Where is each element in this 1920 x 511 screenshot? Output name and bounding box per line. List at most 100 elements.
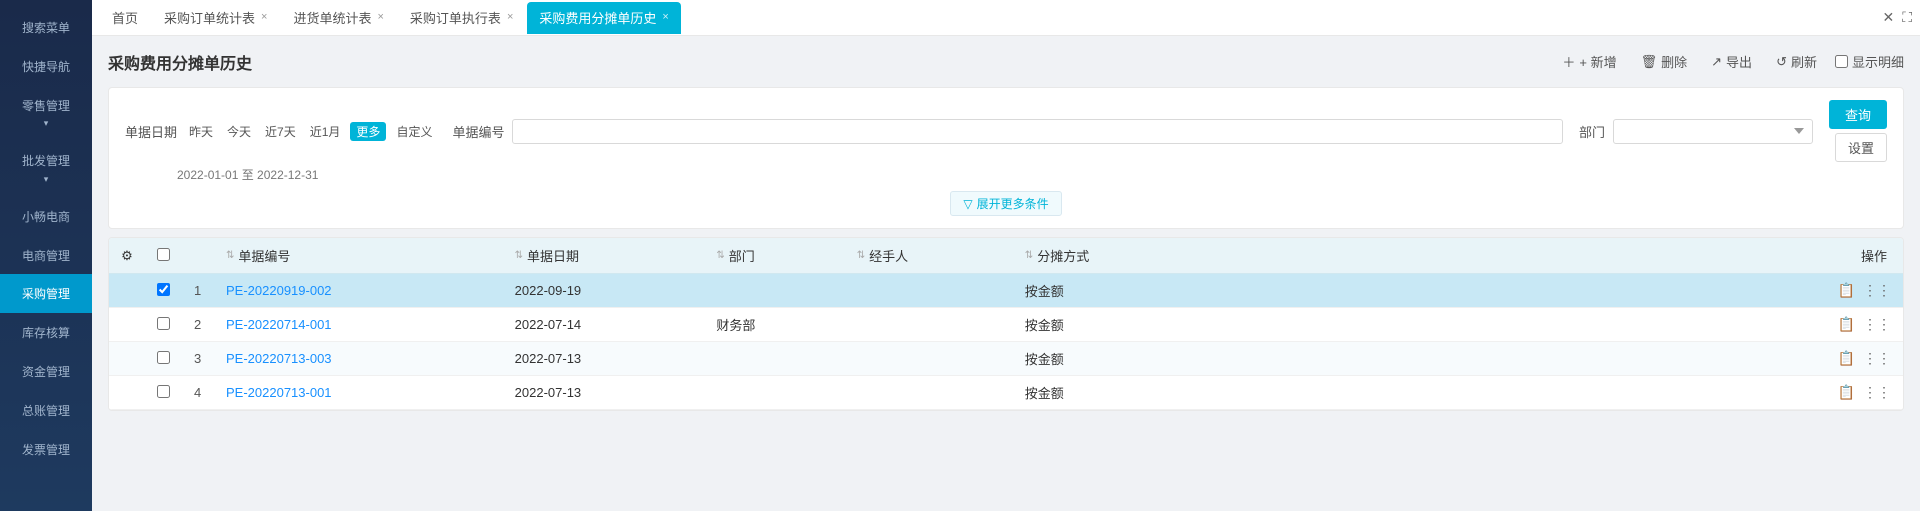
sidebar-item-search-menu[interactable]: 搜索菜单 [0, 8, 92, 47]
col-date[interactable]: ⇅ 单据日期 [503, 238, 705, 274]
table-settings-icon[interactable]: ⚙ [121, 248, 133, 263]
page-title: 采购费用分摊单历史 [108, 50, 252, 74]
sidebar-item-quick-nav[interactable]: 快捷导航 [0, 47, 92, 86]
delete-button[interactable]: 🗑 删除 [1635, 48, 1694, 75]
docno-input[interactable] [512, 119, 1563, 144]
dept-sort-icon: ⇅ [716, 250, 724, 261]
row-handler-cell [845, 376, 1013, 410]
last7days-btn[interactable]: 近7天 [261, 122, 300, 141]
row-checkbox-2[interactable] [157, 351, 170, 364]
sidebar-item-ecommerce-mgmt[interactable]: 电商管理 [0, 236, 92, 275]
tab-purchase-order-stats[interactable]: 采购订单统计表× [152, 2, 279, 34]
date-field: 单据日期 昨天 今天 近7天 近1月 更多 自定义 [125, 122, 436, 141]
row-checkbox-cell [145, 376, 182, 410]
expand-row: ▽ 展开更多条件 [125, 191, 1887, 216]
export-icon: ↗ [1711, 54, 1722, 70]
more-btn[interactable]: 更多 [350, 122, 386, 141]
row-actions-cell: 📋 ⋮⋮ [1730, 376, 1903, 410]
yesterday-btn[interactable]: 昨天 [185, 122, 217, 141]
row-dept-cell [704, 274, 844, 308]
sidebar-item-purchase-mgmt[interactable]: 采购管理 [0, 274, 92, 313]
show-columns-toggle[interactable]: 显示明细 [1835, 52, 1904, 71]
query-button[interactable]: 查询 [1829, 100, 1887, 129]
row-more-icon[interactable]: ⋮⋮ [1863, 350, 1891, 367]
col-dept[interactable]: ⇅ 部门 [704, 238, 844, 274]
col-docno[interactable]: ⇅ 单据编号 [214, 238, 503, 274]
close-window-icon[interactable]: ✕ [1882, 9, 1894, 26]
show-columns-checkbox[interactable] [1835, 55, 1848, 68]
docno-link[interactable]: PE-20220919-002 [226, 283, 332, 298]
sidebar-item-retail-mgmt[interactable]: 零售管理▾ [0, 86, 92, 142]
row-split-cell: 按金额 [1013, 308, 1731, 342]
row-checkbox-0[interactable] [157, 283, 170, 296]
row-view-icon[interactable]: 📋 [1838, 282, 1855, 299]
sidebar-item-inventory[interactable]: 库存核算 [0, 313, 92, 352]
last1month-btn[interactable]: 近1月 [306, 122, 345, 141]
tab-incoming-stats[interactable]: 进货单统计表× [281, 2, 395, 34]
table-row[interactable]: 3 PE-20220713-003 2022-07-13 按金额 📋 ⋮⋮ [109, 342, 1903, 376]
row-more-icon[interactable]: ⋮⋮ [1863, 316, 1891, 333]
row-view-icon[interactable]: 📋 [1838, 316, 1855, 333]
row-num-cell: 3 [182, 342, 214, 376]
row-actions-cell: 📋 ⋮⋮ [1730, 308, 1903, 342]
row-settings-cell [109, 376, 145, 410]
table-row[interactable]: 1 PE-20220919-002 2022-09-19 按金额 📋 ⋮⋮ [109, 274, 1903, 308]
tab-bar: 首页采购订单统计表×进货单统计表×采购订单执行表×采购费用分摊单历史× ✕ ⛶ [92, 0, 1920, 36]
row-docno-cell: PE-20220713-001 [214, 376, 503, 410]
row-settings-cell [109, 274, 145, 308]
search-row: 单据日期 昨天 今天 近7天 近1月 更多 自定义 单据编号 [125, 100, 1887, 162]
row-view-icon[interactable]: 📋 [1838, 350, 1855, 367]
tab-close-icon[interactable]: × [261, 12, 267, 23]
col-split-method[interactable]: ⇅ 分摊方式 [1013, 238, 1731, 274]
col-settings[interactable]: ⚙ [109, 238, 145, 274]
data-table: ⚙ ⇅ 单据编号 [108, 237, 1904, 411]
row-checkbox-1[interactable] [157, 317, 170, 330]
add-button[interactable]: ＋ + 新增 [1556, 48, 1622, 75]
docno-link[interactable]: PE-20220713-001 [226, 385, 332, 400]
table-row[interactable]: 4 PE-20220713-001 2022-07-13 按金额 📋 ⋮⋮ [109, 376, 1903, 410]
tab-close-icon[interactable]: × [507, 12, 513, 23]
sidebar: 搜索菜单快捷导航零售管理▾批发管理▾小畅电商电商管理采购管理库存核算资金管理总账… [0, 0, 92, 511]
expand-button[interactable]: ▽ 展开更多条件 [950, 191, 1061, 216]
col-num [182, 238, 214, 274]
today-btn[interactable]: 今天 [223, 122, 255, 141]
col-handler[interactable]: ⇅ 经手人 [845, 238, 1013, 274]
row-docno-cell: PE-20220713-003 [214, 342, 503, 376]
tab-purchase-cost-split[interactable]: 采购费用分摊单历史× [527, 2, 680, 34]
page-header: 采购费用分摊单历史 ＋ + 新增 🗑 删除 ↗ 导出 ↺ 刷新 [108, 48, 1904, 75]
sidebar-item-mini-shop[interactable]: 小畅电商 [0, 197, 92, 236]
row-dept-cell: 财务部 [704, 308, 844, 342]
date-label: 单据日期 [125, 122, 177, 141]
custom-btn[interactable]: 自定义 [392, 122, 436, 141]
docno-link[interactable]: PE-20220714-001 [226, 317, 332, 332]
refresh-button[interactable]: ↺ 刷新 [1770, 48, 1823, 75]
add-icon: ＋ [1562, 52, 1575, 71]
arrow-icon: ▾ [44, 118, 49, 128]
row-view-icon[interactable]: 📋 [1838, 384, 1855, 401]
tab-close-icon[interactable]: × [662, 12, 668, 23]
table-row[interactable]: 2 PE-20220714-001 2022-07-14 财务部 按金额 📋 ⋮… [109, 308, 1903, 342]
dept-select[interactable]: 财务部 [1613, 119, 1813, 144]
arrow-icon: ▾ [44, 174, 49, 184]
select-all-checkbox[interactable] [157, 248, 170, 261]
row-handler-cell [845, 274, 1013, 308]
search-bar: 单据日期 昨天 今天 近7天 近1月 更多 自定义 单据编号 [108, 87, 1904, 229]
row-more-icon[interactable]: ⋮⋮ [1863, 384, 1891, 401]
row-docno-cell: PE-20220714-001 [214, 308, 503, 342]
export-button[interactable]: ↗ 导出 [1705, 48, 1758, 75]
tab-close-icon[interactable]: × [377, 12, 383, 23]
tab-home[interactable]: 首页 [100, 2, 150, 34]
row-num-cell: 4 [182, 376, 214, 410]
row-checkbox-3[interactable] [157, 385, 170, 398]
date-range-text: 2022-01-01 至 2022-12-31 [177, 168, 318, 182]
sidebar-item-finance-mgmt[interactable]: 资金管理 [0, 352, 92, 391]
maximize-icon[interactable]: ⛶ [1902, 9, 1912, 26]
sidebar-item-invoice-mgmt[interactable]: 发票管理 [0, 430, 92, 469]
date-shortcuts: 昨天 今天 近7天 近1月 更多 自定义 [185, 122, 436, 141]
sidebar-item-wholesale-mgmt[interactable]: 批发管理▾ [0, 141, 92, 197]
sidebar-item-ledger-mgmt[interactable]: 总账管理 [0, 391, 92, 430]
docno-link[interactable]: PE-20220713-003 [226, 351, 332, 366]
tab-purchase-order-exec[interactable]: 采购订单执行表× [398, 2, 525, 34]
settings-button[interactable]: 设置 [1835, 133, 1887, 162]
row-more-icon[interactable]: ⋮⋮ [1863, 282, 1891, 299]
